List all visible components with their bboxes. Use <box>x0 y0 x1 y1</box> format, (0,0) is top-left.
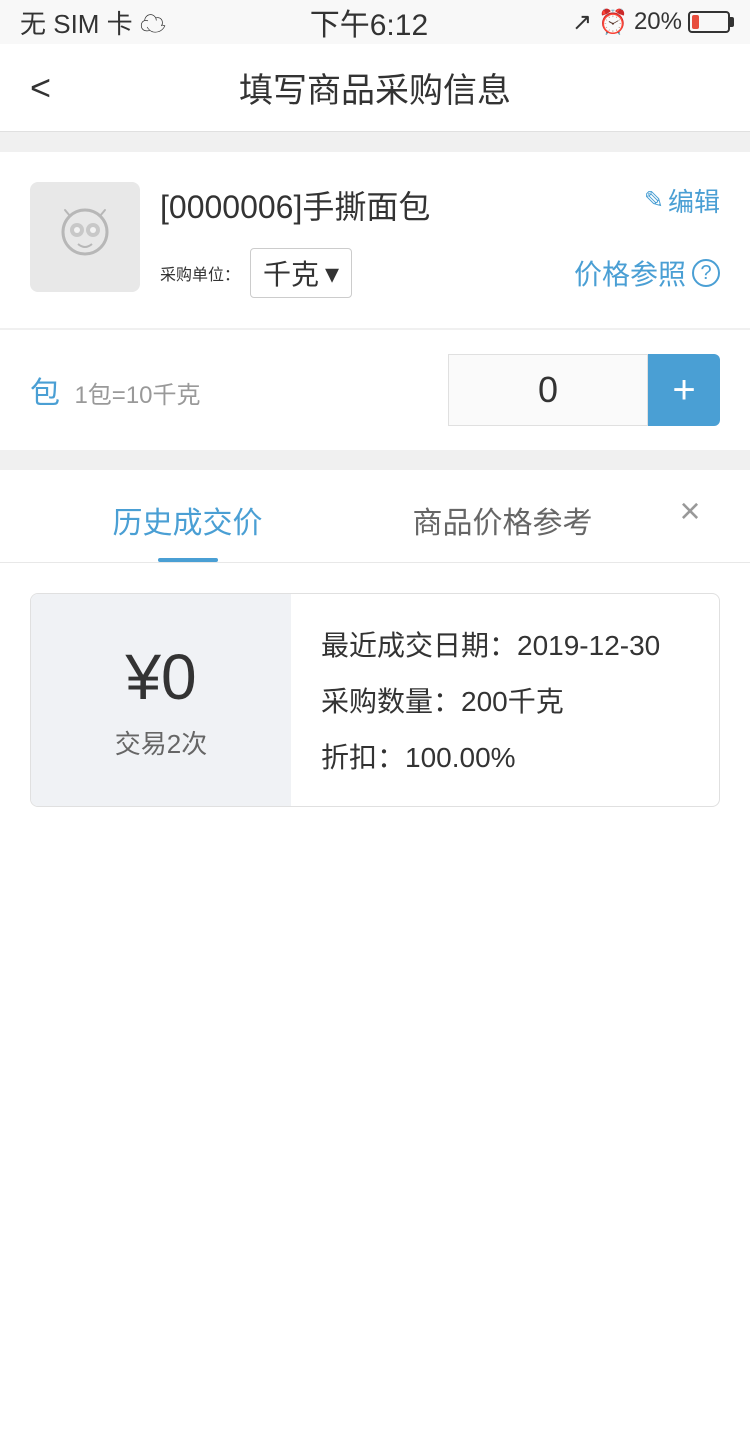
purchase-quantity-label: 采购数量： <box>321 686 461 717</box>
battery-indicator <box>688 11 730 33</box>
quantity-section: 包 1包=10千克 0 + <box>0 330 750 450</box>
status-right: ↗ ⏰ 20% <box>572 8 730 37</box>
recent-date-row: 最近成交日期：2019-12-30 <box>321 624 689 664</box>
product-logo <box>50 202 120 272</box>
product-name: [0000006]手撕面包 <box>160 182 430 228</box>
quantity-sub-label: 1包=10千克 <box>74 382 200 409</box>
discount-label: 折扣： <box>321 742 405 773</box>
price-card-left: ¥0 交易2次 <box>31 594 291 806</box>
tabs-section: 历史成交价 商品价格参考 × <box>0 470 750 563</box>
alarm-icon: ⏰ <box>598 8 628 37</box>
price-ref-label: 价格参照 <box>574 253 686 293</box>
product-image <box>30 182 140 292</box>
chevron-down-icon: ▾ <box>325 257 339 290</box>
recent-date-label: 最近成交日期： <box>321 630 517 661</box>
bottom-space <box>0 837 750 1437</box>
edit-icon: ✎ <box>644 186 664 215</box>
quantity-plus-button[interactable]: + <box>648 354 720 426</box>
product-unit-row: 采购单位： 千克 ▾ 价格参照 ? <box>160 248 720 298</box>
battery-pct: 20% <box>634 8 682 36</box>
price-ref-button[interactable]: 价格参照 ? <box>574 253 720 293</box>
nav-bar: < 填写商品采购信息 <box>0 44 750 132</box>
location-icon: ↗ <box>572 8 592 37</box>
unit-label-group: 采购单位： 千克 ▾ <box>160 248 352 298</box>
status-left: 无 SIM 卡 ☁ <box>20 4 166 41</box>
unit-value: 千克 <box>263 253 319 293</box>
edit-button[interactable]: ✎ 编辑 <box>644 182 720 219</box>
product-header: [0000006]手撕面包 ✎ 编辑 <box>160 182 720 228</box>
tab-history-price[interactable]: 历史成交价 <box>30 470 345 562</box>
purchase-quantity-value: 200千克 <box>461 686 564 717</box>
history-content: ¥0 交易2次 最近成交日期：2019-12-30 采购数量：200千克 折扣：… <box>0 563 750 837</box>
discount-value: 100.00% <box>405 742 516 773</box>
quantity-controls: 0 + <box>448 354 720 426</box>
quantity-input[interactable]: 0 <box>448 354 648 426</box>
sim-label: 无 SIM 卡 ☁ <box>20 4 166 41</box>
quantity-label-group: 包 1包=10千克 <box>30 368 201 412</box>
discount-row: 折扣：100.00% <box>321 736 689 776</box>
quantity-unit-label: 包 <box>30 377 60 410</box>
price-amount: ¥0 <box>125 640 196 714</box>
unit-label: 采购单位： <box>160 261 240 285</box>
tabs-header: 历史成交价 商品价格参考 × <box>0 470 750 562</box>
purchase-quantity-row: 采购数量：200千克 <box>321 680 689 720</box>
tab-product-price-ref[interactable]: 商品价格参考 <box>345 470 660 562</box>
status-time: 下午6:12 <box>310 0 428 44</box>
price-trades: 交易2次 <box>115 724 207 761</box>
product-card: [0000006]手撕面包 ✎ 编辑 采购单位： 千克 ▾ 价格参照 ? <box>0 152 750 328</box>
tab-close-button[interactable]: × <box>660 490 720 542</box>
status-bar: 无 SIM 卡 ☁ 下午6:12 ↗ ⏰ 20% <box>0 0 750 44</box>
page-title: 填写商品采购信息 <box>239 63 511 112</box>
edit-label: 编辑 <box>668 182 720 219</box>
price-card: ¥0 交易2次 最近成交日期：2019-12-30 采购数量：200千克 折扣：… <box>30 593 720 807</box>
product-info: [0000006]手撕面包 ✎ 编辑 采购单位： 千克 ▾ 价格参照 ? <box>160 182 720 298</box>
help-icon: ? <box>692 259 720 287</box>
back-button[interactable]: < <box>30 67 90 109</box>
unit-select[interactable]: 千克 ▾ <box>250 248 352 298</box>
price-card-right: 最近成交日期：2019-12-30 采购数量：200千克 折扣：100.00% <box>291 594 719 806</box>
recent-date-value: 2019-12-30 <box>517 630 660 661</box>
